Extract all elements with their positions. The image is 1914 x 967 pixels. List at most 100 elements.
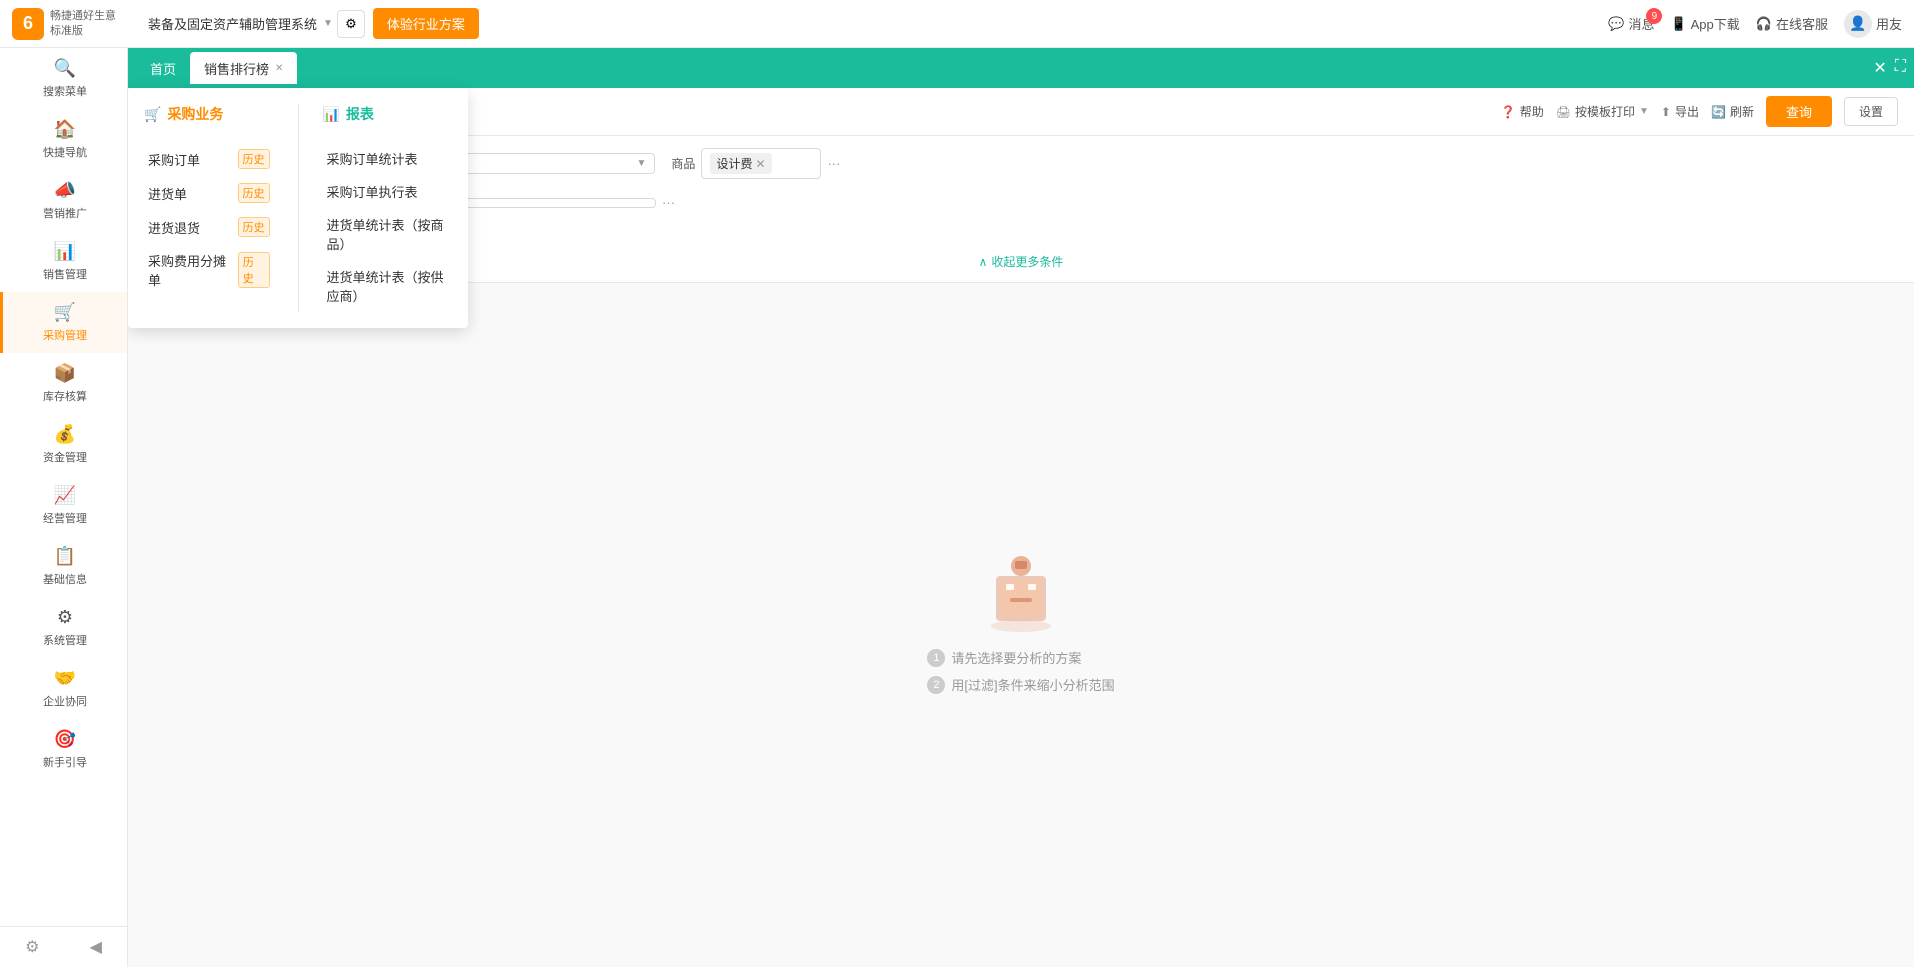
print-button[interactable]: 🖨 按模板打印 ▼ — [1556, 103, 1649, 120]
tab-bar-right: ✕ ⛶ — [1873, 58, 1906, 78]
app-container: 6 畅捷通好生意 标准版 装备及固定资产辅助管理系统 ▼ ⚙ 体验行业方案 💬 … — [0, 0, 1914, 967]
content-area: 首页 销售排行榜 ✕ ✕ ⛶ 🛒 采购业务 — [128, 48, 1914, 967]
query-button[interactable]: 查询 — [1766, 96, 1832, 127]
refresh-button[interactable]: 🔄 刷新 — [1711, 103, 1754, 120]
sidebar: 🔍 搜索菜单 🏠 快捷导航 📣 营销推广 📊 销售管理 🛒 采购管理 📦 — [0, 48, 128, 967]
sidebar-item-sales[interactable]: 📊 销售管理 — [0, 231, 127, 292]
chart-icon: 📊 — [54, 241, 76, 262]
trial-button[interactable]: 体验行业方案 — [373, 8, 479, 39]
menu-item-return[interactable]: 进货退货 历史 — [144, 210, 274, 244]
message-badge: 9 — [1646, 8, 1662, 24]
sidebar-item-system[interactable]: ⚙ 系统管理 — [0, 597, 127, 658]
status-input[interactable]: ▼ — [455, 153, 655, 174]
home-icon: 🏠 — [54, 119, 76, 140]
tab-sales-ranking[interactable]: 销售排行榜 ✕ — [190, 52, 297, 84]
salesperson-input[interactable] — [456, 198, 656, 208]
tab-maximize-icon[interactable]: ⛶ — [1895, 58, 1906, 78]
user-menu-button[interactable]: 👤 用友 — [1844, 10, 1902, 38]
gear-icon: ⚙ — [57, 607, 73, 628]
purchase-title-icon: 🛒 — [144, 106, 161, 123]
goods-filter-item: 商品 设计费 ✕ ··· — [671, 148, 871, 179]
message-button[interactable]: 💬 消息 9 — [1608, 14, 1654, 33]
sidebar-item-purchase[interactable]: 🛒 采购管理 — [0, 292, 127, 353]
tab-home[interactable]: 首页 — [136, 52, 190, 84]
purchase-dropdown-menu: 🛒 采购业务 采购订单 历史 进货单 历史 进货退货 历史 — [128, 88, 468, 328]
message-icon: 💬 — [1608, 16, 1624, 32]
purchase-menu-col: 🛒 采购业务 采购订单 历史 进货单 历史 进货退货 历史 — [144, 104, 274, 312]
menu-item-report-4[interactable]: 进货单统计表（按供应商） — [323, 260, 453, 312]
logo-text: 畅捷通好生意 标准版 — [50, 9, 116, 38]
print-arrow-icon: ▼ — [1639, 106, 1649, 117]
help-button[interactable]: ❓ 帮助 — [1501, 103, 1544, 120]
money-icon: 💰 — [54, 424, 76, 445]
report-col-title: 📊 报表 — [323, 104, 453, 130]
help-icon: ❓ — [1501, 105, 1516, 119]
sidebar-item-operations[interactable]: 📈 经营管理 — [0, 475, 127, 536]
cart-icon: 🛒 — [54, 302, 76, 323]
sidebar-item-base-info[interactable]: 📋 基础信息 — [0, 536, 127, 597]
dropdown-arrow-icon: ▼ — [323, 18, 333, 29]
menu-item-report-3[interactable]: 进货单统计表（按商品） — [323, 208, 453, 260]
collapse-button[interactable]: ∧ 收起更多条件 — [979, 253, 1064, 270]
hint-item-1: 1 请先选择要分析的方案 — [927, 648, 1114, 667]
goods-dots[interactable]: ··· — [827, 156, 840, 171]
main-content: 1 请先选择要分析的方案 2 用[过滤]条件来缩小分析范围 — [128, 283, 1914, 967]
sidebar-bottom: ⚙ ◀ — [0, 926, 127, 967]
main-layout: 🔍 搜索菜单 🏠 快捷导航 📣 营销推广 📊 销售管理 🛒 采购管理 📦 — [0, 48, 1914, 967]
report-menu-col: 📊 报表 采购订单统计表 采购订单执行表 进货单统计表（按商品） 进货单统计表（… — [323, 104, 453, 312]
sidebar-collapse-icon[interactable]: ◀ — [90, 937, 102, 957]
export-button[interactable]: ⬆ 导出 — [1661, 103, 1699, 120]
sidebar-item-quick-nav[interactable]: 🏠 快捷导航 — [0, 109, 127, 170]
export-icon: ⬆ — [1661, 105, 1671, 119]
sidebar-item-enterprise[interactable]: 🤝 企业协同 — [0, 658, 127, 719]
goods-tag: 设计费 ✕ — [710, 153, 771, 174]
refresh-icon: 🔄 — [1711, 105, 1726, 119]
empty-hint: 1 请先选择要分析的方案 2 用[过滤]条件来缩小分析范围 — [927, 648, 1114, 694]
sidebar-item-marketing[interactable]: 📣 营销推广 — [0, 170, 127, 231]
target-icon: 🎯 — [54, 729, 76, 750]
menu-item-purchase-order[interactable]: 采购订单 历史 — [144, 142, 274, 176]
salesperson-dots[interactable]: ··· — [662, 195, 675, 210]
collapse-up-icon: ∧ — [979, 255, 988, 269]
search-icon: 🔍 — [54, 58, 76, 79]
settings-small-button[interactable]: 设置 — [1844, 97, 1898, 126]
empty-svg — [971, 556, 1071, 636]
app-download-button[interactable]: 📱 App下载 — [1670, 14, 1739, 33]
phone-icon: 📱 — [1670, 16, 1686, 32]
purchase-col-title: 🛒 采购业务 — [144, 104, 274, 130]
history-tag-2: 历史 — [238, 217, 270, 237]
empty-illustration — [971, 556, 1071, 636]
clipboard-icon: 📋 — [54, 546, 76, 567]
print-icon: 🖨 — [1556, 105, 1571, 119]
system-selector[interactable]: 装备及固定资产辅助管理系统 ▼ — [148, 14, 333, 33]
goods-input[interactable]: 设计费 ✕ — [701, 148, 821, 179]
menu-item-incoming[interactable]: 进货单 历史 — [144, 176, 274, 210]
avatar: 👤 — [1844, 10, 1872, 38]
history-tag-0: 历史 — [238, 149, 270, 169]
sidebar-item-search-menu[interactable]: 🔍 搜索菜单 — [0, 48, 127, 109]
handshake-icon: 🤝 — [54, 668, 76, 689]
report-title-icon: 📊 — [323, 106, 340, 123]
sidebar-item-finance[interactable]: 💰 资金管理 — [0, 414, 127, 475]
headset-icon: 🎧 — [1756, 16, 1772, 32]
box-icon: 📦 — [54, 363, 76, 384]
online-service-button[interactable]: 🎧 在线客服 — [1756, 14, 1828, 33]
sidebar-settings-icon[interactable]: ⚙ — [25, 937, 39, 957]
menu-item-report-1[interactable]: 采购订单统计表 — [323, 142, 453, 175]
tab-bar: 首页 销售排行榜 ✕ ✕ ⛶ — [128, 48, 1914, 88]
top-bar: 6 畅捷通好生意 标准版 装备及固定资产辅助管理系统 ▼ ⚙ 体验行业方案 💬 … — [0, 0, 1914, 48]
tab-close-icon[interactable]: ✕ — [275, 63, 283, 74]
goods-tag-close-icon[interactable]: ✕ — [755, 157, 765, 171]
status-arrow-icon: ▼ — [637, 158, 647, 169]
hint-item-2: 2 用[过滤]条件来缩小分析范围 — [927, 675, 1114, 694]
sidebar-item-inventory[interactable]: 📦 库存核算 — [0, 353, 127, 414]
topbar-right: 💬 消息 9 📱 App下载 🎧 在线客服 👤 用友 — [1608, 10, 1902, 38]
tab-close-all-icon[interactable]: ✕ — [1873, 58, 1886, 78]
sidebar-item-newbie[interactable]: 🎯 新手引导 — [0, 719, 127, 780]
topbar-settings-button[interactable]: ⚙ — [337, 10, 365, 38]
menu-item-report-2[interactable]: 采购订单执行表 — [323, 175, 453, 208]
ops-icon: 📈 — [54, 485, 76, 506]
menu-item-expense[interactable]: 采购费用分摊单 历史 — [144, 244, 274, 296]
history-tag-1: 历史 — [238, 183, 270, 203]
menu-divider — [298, 104, 299, 312]
